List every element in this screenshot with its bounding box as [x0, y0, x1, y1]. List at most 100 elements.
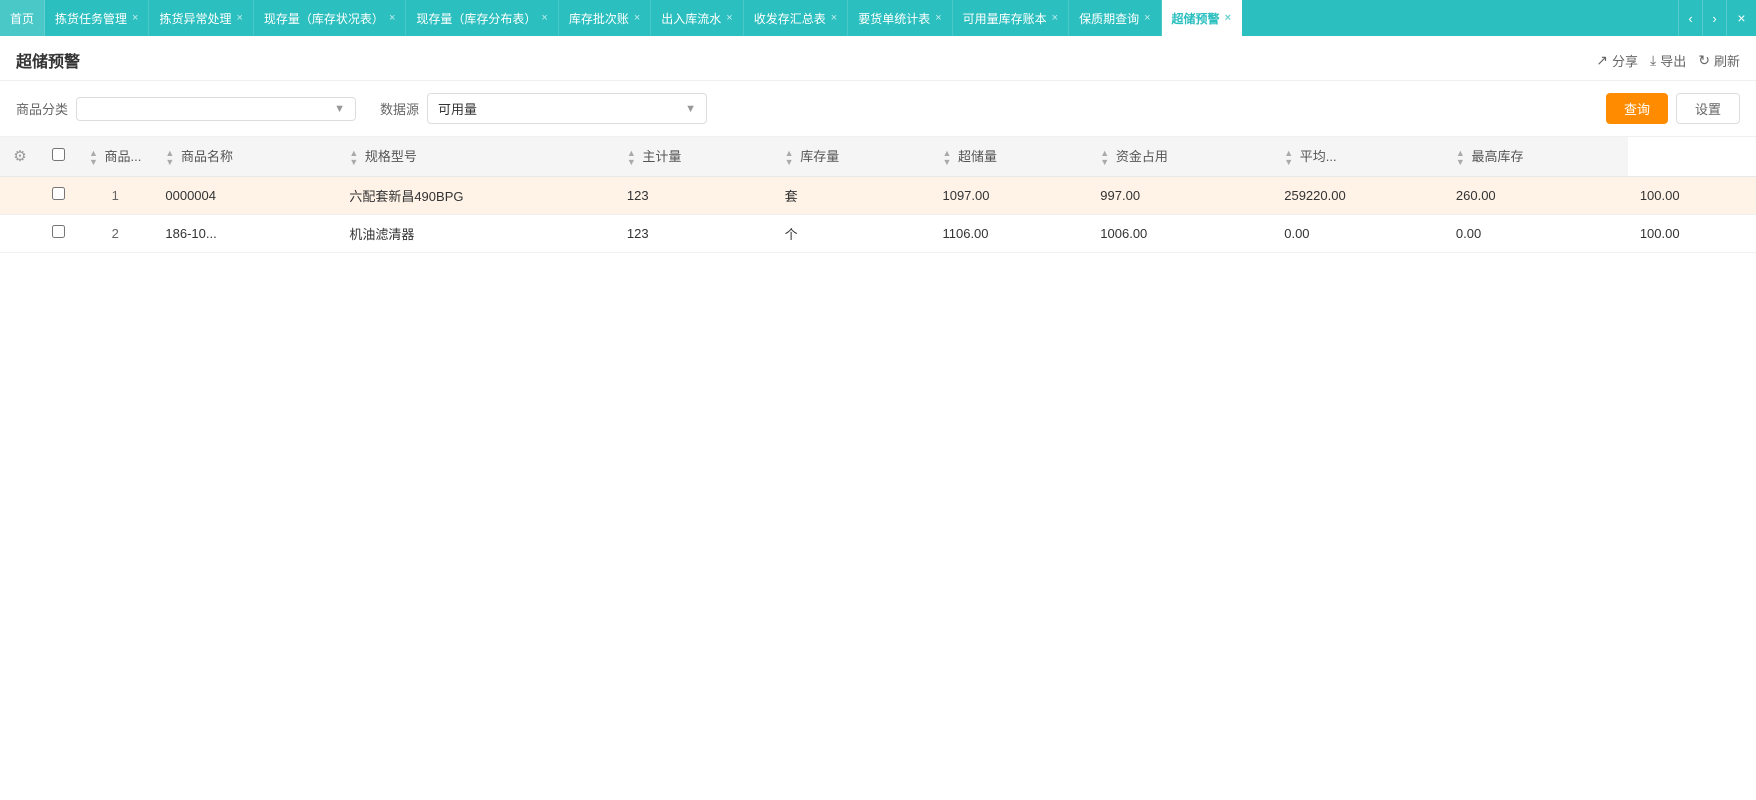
- col-spec-header[interactable]: ▲▼ 规格型号: [337, 137, 615, 176]
- query-button[interactable]: 查询: [1606, 93, 1668, 124]
- row-product-code: 0000004: [153, 176, 337, 214]
- col-gear: ⚙: [0, 137, 40, 176]
- nav-close-all[interactable]: ×: [1726, 0, 1756, 36]
- row-product-name: 六配套新昌490BPG: [337, 176, 615, 214]
- row-spec: 123: [615, 214, 773, 252]
- close-icon[interactable]: ×: [1144, 12, 1150, 24]
- col-max-stock-header[interactable]: ▲▼ 最高库存: [1444, 137, 1628, 176]
- nav-summary[interactable]: 收发存汇总表 ×: [744, 0, 848, 36]
- nav-order-stats[interactable]: 要货单统计表 ×: [848, 0, 952, 36]
- col-unit-header[interactable]: ▲▼ 主计量: [615, 137, 773, 176]
- nav-home[interactable]: 首页: [0, 0, 45, 36]
- row-gear-cell: [0, 214, 40, 252]
- row-checkbox[interactable]: [52, 187, 65, 200]
- nav-shelf-life[interactable]: 保质期查询 ×: [1069, 0, 1161, 36]
- category-filter: 商品分类 ▼: [16, 97, 356, 121]
- share-icon: ↗: [1596, 52, 1608, 69]
- gear-icon[interactable]: ⚙: [13, 148, 26, 165]
- export-icon: ⤓: [1650, 52, 1656, 69]
- col-product-code-header[interactable]: ▲▼ 商品...: [77, 137, 153, 176]
- col-product-name-header[interactable]: ▲▼ 商品名称: [153, 137, 337, 176]
- row-index: 2: [77, 214, 153, 252]
- nav-batch-account[interactable]: 库存批次账 ×: [559, 0, 651, 36]
- nav-overstock[interactable]: 超储预警 ×: [1162, 0, 1242, 36]
- category-select[interactable]: ▼: [76, 97, 356, 121]
- row-checkbox-cell: [40, 214, 77, 252]
- datasource-label: 数据源: [380, 99, 419, 118]
- close-icon[interactable]: ×: [935, 12, 941, 24]
- close-icon[interactable]: ×: [236, 12, 242, 24]
- chevron-down-icon: ▼: [334, 103, 345, 115]
- row-stock: 1106.00: [930, 214, 1088, 252]
- close-icon[interactable]: ×: [389, 12, 395, 24]
- datasource-select-value: 可用量: [438, 99, 477, 118]
- col-avg-header[interactable]: ▲▼ 平均...: [1272, 137, 1444, 176]
- sort-icon: ▲▼: [165, 149, 174, 167]
- close-icon[interactable]: ×: [726, 12, 732, 24]
- filter-actions: 查询 设置: [1606, 93, 1740, 124]
- row-overstock: 997.00: [1088, 176, 1272, 214]
- row-max-stock: 100.00: [1628, 176, 1756, 214]
- share-button[interactable]: ↗ 分享: [1596, 51, 1638, 70]
- close-icon[interactable]: ×: [1052, 12, 1058, 24]
- refresh-button[interactable]: ↻ 刷新: [1698, 51, 1740, 70]
- col-stock-header[interactable]: ▲▼ 库存量: [773, 137, 931, 176]
- nav-exception[interactable]: 拣货异常处理 ×: [149, 0, 253, 36]
- nav-available-stock[interactable]: 可用量库存账本 ×: [953, 0, 1069, 36]
- close-icon[interactable]: ×: [132, 12, 138, 24]
- table-container: ⚙ ▲▼ 商品... ▲▼ 商品名称 ▲▼ 规格型号: [0, 137, 1756, 253]
- row-overstock: 1006.00: [1088, 214, 1272, 252]
- row-spec: 123: [615, 176, 773, 214]
- row-unit: 个: [773, 214, 931, 252]
- row-product-code: 186-10...: [153, 214, 337, 252]
- row-capital: 259220.00: [1272, 176, 1444, 214]
- row-checkbox[interactable]: [52, 225, 65, 238]
- row-avg: 260.00: [1444, 176, 1628, 214]
- sort-icon: ▲▼: [349, 149, 358, 167]
- close-icon[interactable]: ×: [634, 12, 640, 24]
- refresh-icon: ↻: [1698, 52, 1710, 69]
- nav-arrows: ‹ › ×: [1678, 0, 1756, 36]
- col-capital-header[interactable]: ▲▼ 资金占用: [1088, 137, 1272, 176]
- sort-icon: ▲▼: [1456, 149, 1465, 167]
- nav-next-arrow[interactable]: ›: [1702, 0, 1726, 36]
- table-header-row: ⚙ ▲▼ 商品... ▲▼ 商品名称 ▲▼ 规格型号: [0, 137, 1756, 176]
- close-icon[interactable]: ×: [541, 12, 547, 24]
- category-label: 商品分类: [16, 99, 68, 118]
- nav-inout-flow[interactable]: 出入库流水 ×: [651, 0, 743, 36]
- data-table: ⚙ ▲▼ 商品... ▲▼ 商品名称 ▲▼ 规格型号: [0, 137, 1756, 253]
- main-content: 超储预警 ↗ 分享 ⤓ 导出 ↻ 刷新 商品分类 ▼ 数据源: [0, 36, 1756, 800]
- chevron-down-icon: ▼: [685, 103, 696, 115]
- row-index: 1: [77, 176, 153, 214]
- row-gear-cell: [0, 176, 40, 214]
- nav-stock-status[interactable]: 现存量（库存状况表） ×: [254, 0, 406, 36]
- row-stock: 1097.00: [930, 176, 1088, 214]
- row-unit: 套: [773, 176, 931, 214]
- table-row: 2 186-10... 机油滤清器 123 个 1106.00 1006.00 …: [0, 214, 1756, 252]
- close-icon[interactable]: ×: [1225, 12, 1231, 24]
- settings-button[interactable]: 设置: [1676, 93, 1740, 124]
- datasource-filter: 数据源 可用量 ▼: [380, 93, 707, 124]
- row-avg: 0.00: [1444, 214, 1628, 252]
- sort-icon: ▲▼: [627, 149, 636, 167]
- row-product-name: 机油滤清器: [337, 214, 615, 252]
- close-icon[interactable]: ×: [831, 12, 837, 24]
- col-overstock-header[interactable]: ▲▼ 超储量: [930, 137, 1088, 176]
- datasource-select[interactable]: 可用量 ▼: [427, 93, 707, 124]
- sort-icon: ▲▼: [1284, 149, 1293, 167]
- export-button[interactable]: ⤓ 导出: [1650, 51, 1686, 70]
- sort-icon: ▲▼: [89, 149, 98, 167]
- nav-stock-dist[interactable]: 现存量（库存分布表） ×: [406, 0, 558, 36]
- row-capital: 0.00: [1272, 214, 1444, 252]
- row-checkbox-cell: [40, 176, 77, 214]
- page-header: 超储预警 ↗ 分享 ⤓ 导出 ↻ 刷新: [0, 36, 1756, 81]
- page-actions: ↗ 分享 ⤓ 导出 ↻ 刷新: [1596, 51, 1740, 70]
- sort-icon: ▲▼: [1100, 149, 1109, 167]
- nav-prev-arrow[interactable]: ‹: [1678, 0, 1702, 36]
- nav-task-mgmt[interactable]: 拣货任务管理 ×: [45, 0, 149, 36]
- sort-icon: ▲▼: [785, 149, 794, 167]
- filter-row: 商品分类 ▼ 数据源 可用量 ▼ 查询 设置: [0, 81, 1756, 137]
- table-body: 1 0000004 六配套新昌490BPG 123 套 1097.00 997.…: [0, 176, 1756, 252]
- select-all-checkbox[interactable]: [52, 148, 65, 161]
- top-nav: 首页 拣货任务管理 × 拣货异常处理 × 现存量（库存状况表） × 现存量（库存…: [0, 0, 1756, 36]
